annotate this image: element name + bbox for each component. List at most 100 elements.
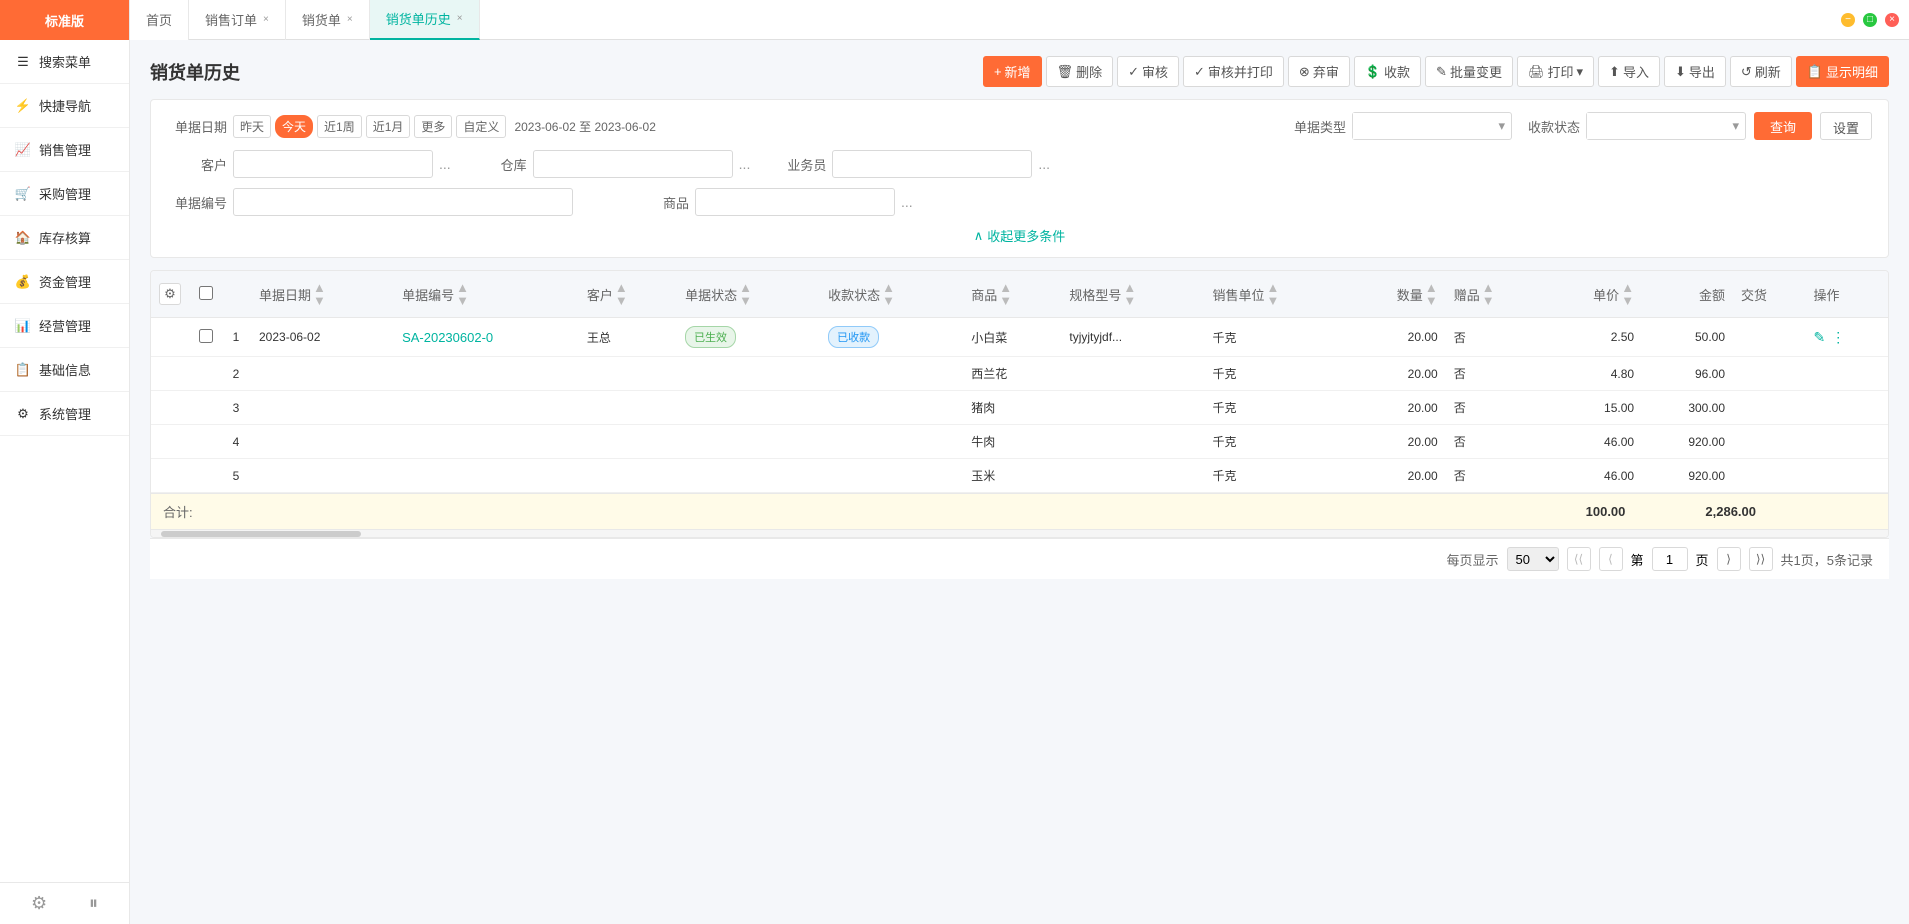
footer-total-quantity: 100.00 (1586, 504, 1626, 519)
doc-no-sort-icon[interactable]: ▲▼ (456, 281, 469, 307)
customer-sort-icon[interactable]: ▲▼ (615, 281, 628, 307)
page-prev-button[interactable]: ⟨ (1599, 547, 1623, 571)
doc-status-sort-icon[interactable]: ▲▼ (739, 281, 752, 307)
sidebar-item-inventory[interactable]: 🏠 库存核算 (0, 216, 129, 260)
cell-docno-0[interactable]: SA-20230602-0 (394, 318, 579, 357)
th-doc-status[interactable]: 单据状态 ▲▼ (677, 271, 820, 318)
print-button[interactable]: 🖨 打印 ▾ (1517, 56, 1594, 87)
collapse-button[interactable]: ∧ 收起更多条件 (167, 226, 1872, 245)
sidebar-settings-icon[interactable]: ⚙ (31, 893, 47, 914)
scrollbar-thumb[interactable] (161, 531, 361, 537)
warehouse-dots[interactable]: ... (739, 156, 751, 172)
payment-status-sort-icon[interactable]: ▲▼ (882, 281, 895, 307)
quantity-sort-icon[interactable]: ▲▼ (1425, 281, 1438, 307)
abandon-button[interactable]: ⊗ 弃审 (1288, 56, 1350, 87)
tab-sales-history-close[interactable]: × (457, 13, 463, 24)
cell-unitprice-2: 15.00 (1544, 391, 1642, 425)
sidebar-item-quick-nav[interactable]: ⚡ 快捷导航 (0, 84, 129, 128)
tab-sales-order[interactable]: 销售订单 × (189, 0, 286, 40)
query-button[interactable]: 查询 (1754, 112, 1812, 140)
sidebar-pause-icon[interactable]: ⏸ (89, 893, 98, 914)
row-checkbox-0[interactable] (199, 329, 213, 343)
sidebar-item-operation-mgmt[interactable]: 📊 经营管理 (0, 304, 129, 348)
product-input[interactable] (695, 188, 895, 216)
export-button[interactable]: ⬇ 导出 (1664, 56, 1726, 87)
sidebar-item-basic-info[interactable]: 📋 基础信息 (0, 348, 129, 392)
th-customer[interactable]: 客户 ▲▼ (579, 271, 677, 318)
customer-dots[interactable]: ... (439, 156, 451, 172)
doc-date-sort-icon[interactable]: ▲▼ (313, 281, 326, 307)
product-dots[interactable]: ... (901, 194, 913, 210)
cell-docdate-0: 2023-06-02 (251, 318, 394, 357)
delete-button[interactable]: 🗑 删除 (1046, 56, 1114, 87)
th-spec[interactable]: 规格型号 ▲▼ (1061, 271, 1204, 318)
doc-type-dropdown-arrow[interactable]: ▾ (1492, 118, 1511, 134)
sidebar-item-search-menu[interactable]: ☰ 搜索菜单 (0, 40, 129, 84)
batch-change-icon: ✎ (1436, 64, 1447, 80)
window-minimize-button[interactable]: − (1841, 13, 1855, 27)
salesperson-dots[interactable]: ... (1038, 156, 1050, 172)
date-custom-btn[interactable]: 自定义 (456, 115, 506, 138)
cell-product-4: 玉米 (963, 459, 1061, 493)
tab-home[interactable]: 首页 (130, 0, 189, 40)
set-button[interactable]: 设置 (1820, 112, 1872, 140)
tab-sales-goods[interactable]: 销货单 × (286, 0, 370, 40)
collect-button[interactable]: 💲 收款 (1354, 56, 1421, 87)
th-unit-price[interactable]: 单价 ▲▼ (1544, 271, 1642, 318)
date-more-btn[interactable]: 更多 (414, 115, 452, 138)
select-all-checkbox[interactable] (199, 286, 213, 300)
sidebar-item-sales-mgmt[interactable]: 📈 销售管理 (0, 128, 129, 172)
audit-button[interactable]: ✓ 审核 (1117, 56, 1179, 87)
payment-status-input[interactable] (1587, 113, 1726, 139)
cell-checkbox-3 (191, 425, 221, 459)
th-doc-date[interactable]: 单据日期 ▲▼ (251, 271, 394, 318)
doc-no-link[interactable]: SA-20230602-0 (402, 330, 493, 345)
doc-type-input[interactable] (1353, 113, 1492, 139)
refresh-button[interactable]: ↺ 刷新 (1730, 56, 1792, 87)
th-payment-status[interactable]: 收款状态 ▲▼ (820, 271, 963, 318)
docno-input[interactable] (233, 188, 573, 216)
edit-action-0[interactable]: ✎ (1814, 329, 1826, 346)
th-doc-no[interactable]: 单据编号 ▲▼ (394, 271, 579, 318)
salesperson-input[interactable] (832, 150, 1032, 178)
quick-nav-icon: ⚡ (15, 98, 31, 114)
tab-sales-order-close[interactable]: × (263, 14, 269, 25)
th-product[interactable]: 商品 ▲▼ (963, 271, 1061, 318)
unit-sort-icon[interactable]: ▲▼ (1266, 281, 1279, 307)
product-sort-icon[interactable]: ▲▼ (999, 281, 1012, 307)
date-today-btn[interactable]: 今天 (275, 115, 313, 138)
show-detail-button[interactable]: 📋 显示明细 (1796, 56, 1889, 87)
audit-print-button[interactable]: ✓ 审核并打印 (1183, 56, 1284, 87)
date-lastmonth-btn[interactable]: 近1月 (366, 115, 411, 138)
page-next-button[interactable]: ⟩ (1717, 547, 1741, 571)
batch-change-button[interactable]: ✎ 批量变更 (1425, 56, 1513, 87)
table-settings-icon[interactable]: ⚙ (159, 283, 181, 305)
spec-sort-icon[interactable]: ▲▼ (1123, 281, 1136, 307)
page-input[interactable]: 1 (1652, 547, 1688, 571)
tab-sales-history[interactable]: 销货单历史 × (370, 0, 480, 40)
window-close-button[interactable]: × (1885, 13, 1899, 27)
date-yesterday-btn[interactable]: 昨天 (233, 115, 271, 138)
sidebar-item-purchase-mgmt[interactable]: 🛒 采购管理 (0, 172, 129, 216)
payment-status-dropdown-arrow[interactable]: ▾ (1726, 118, 1745, 134)
th-gift[interactable]: 赠品 ▲▼ (1446, 271, 1544, 318)
tab-sales-goods-close[interactable]: × (347, 14, 353, 25)
sidebar-item-fund-mgmt[interactable]: 💰 资金管理 (0, 260, 129, 304)
gift-sort-icon[interactable]: ▲▼ (1482, 281, 1495, 307)
warehouse-input[interactable] (533, 150, 733, 178)
th-quantity[interactable]: 数量 ▲▼ (1348, 271, 1446, 318)
unit-price-sort-icon[interactable]: ▲▼ (1621, 281, 1634, 307)
cell-quantity-1: 20.00 (1348, 357, 1446, 391)
date-last7-btn[interactable]: 近1周 (317, 115, 362, 138)
customer-input[interactable] (233, 150, 433, 178)
sidebar-item-system-mgmt[interactable]: ⚙ 系统管理 (0, 392, 129, 436)
horizontal-scrollbar[interactable] (151, 529, 1888, 537)
per-page-select[interactable]: 50 100 200 (1507, 547, 1559, 571)
page-first-button[interactable]: ⟨⟨ (1567, 547, 1591, 571)
page-last-button[interactable]: ⟩⟩ (1749, 547, 1773, 571)
new-button[interactable]: + 新增 (983, 56, 1042, 87)
import-button[interactable]: ⬆ 导入 (1598, 56, 1660, 87)
window-maximize-button[interactable]: □ (1863, 13, 1877, 27)
more-action-0[interactable]: ⋮ (1831, 329, 1845, 346)
th-unit[interactable]: 销售单位 ▲▼ (1204, 271, 1347, 318)
